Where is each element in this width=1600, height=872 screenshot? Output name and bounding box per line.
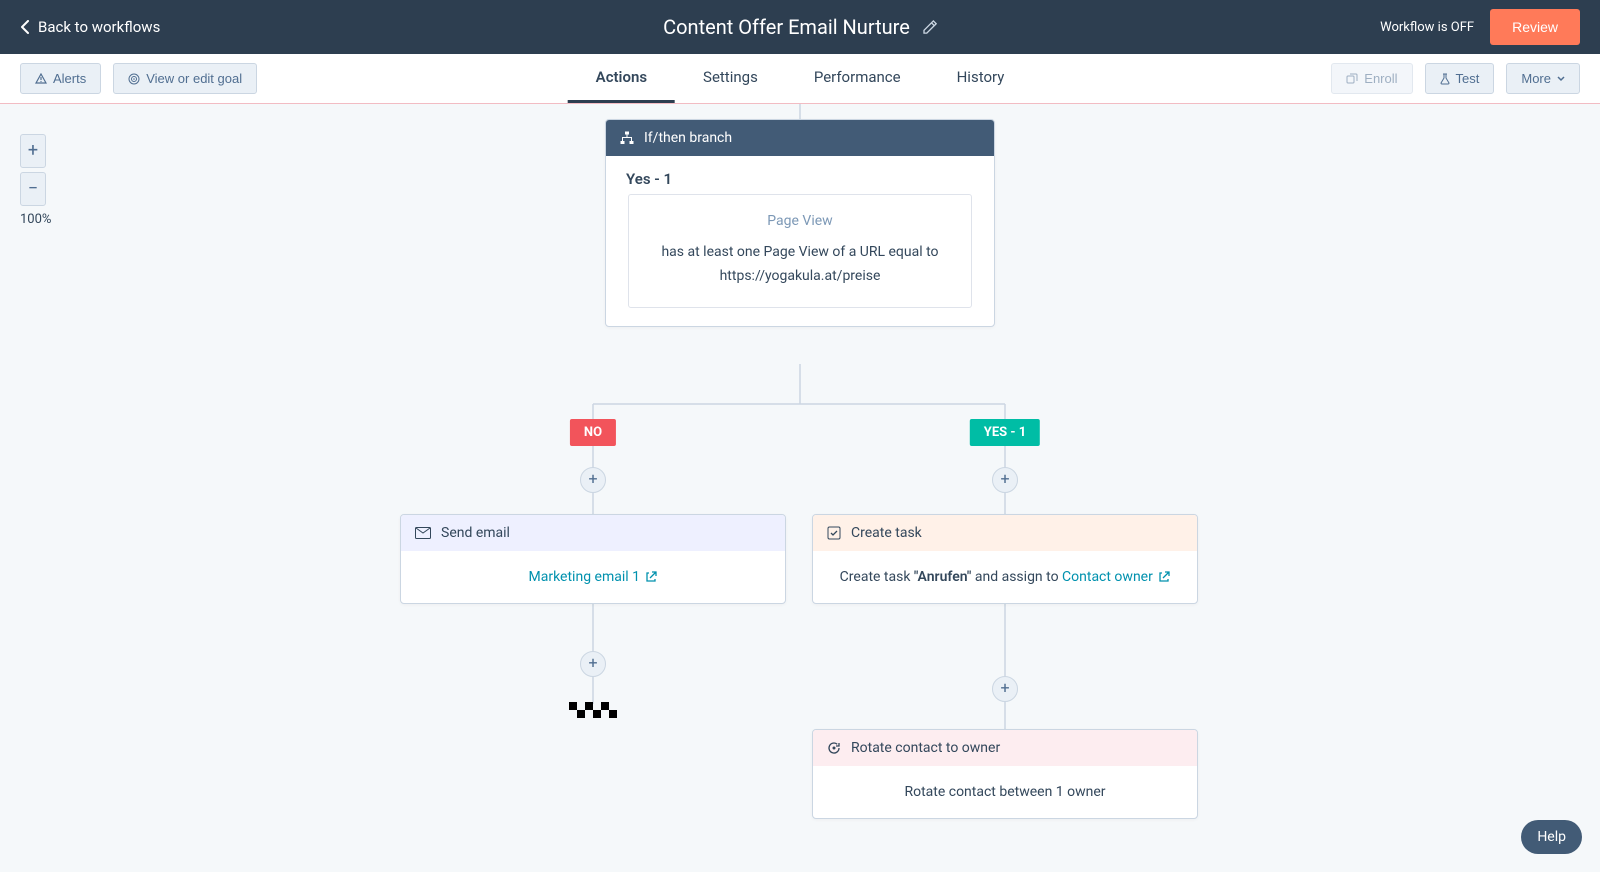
task-icon (827, 526, 841, 540)
branch-node[interactable]: If/then branch Yes - 1 Page View has at … (605, 119, 995, 327)
back-label: Back to workflows (38, 18, 160, 36)
branch-body: Yes - 1 Page View has at least one Page … (606, 156, 994, 326)
filter-title: Page View (651, 213, 949, 229)
goal-label: View or edit goal (146, 71, 242, 86)
goal-button[interactable]: View or edit goal (113, 63, 257, 94)
rotate-owner-header: Rotate contact to owner (813, 730, 1197, 766)
review-button[interactable]: Review (1490, 9, 1580, 45)
zoom-controls: + − 100% (20, 134, 51, 227)
tab-history[interactable]: History (929, 54, 1033, 103)
add-action-button-yes[interactable]: + (992, 467, 1018, 493)
header-right: Workflow is OFF Review (1380, 9, 1580, 45)
title-wrap: Content Offer Email Nurture (663, 15, 937, 39)
caret-down-icon (1557, 76, 1565, 82)
add-action-button-no[interactable]: + (580, 467, 606, 493)
create-task-node[interactable]: Create task Create task "Anrufen" and as… (812, 514, 1198, 604)
tab-actions[interactable]: Actions (568, 54, 675, 103)
flask-icon (1440, 73, 1450, 85)
branch-node-header: If/then branch (606, 120, 994, 156)
toolbar-left: Alerts View or edit goal (20, 63, 257, 94)
workflow-title[interactable]: Content Offer Email Nurture (663, 15, 910, 39)
test-button[interactable]: Test (1425, 63, 1495, 94)
branch-filter-box: Page View has at least one Page View of … (628, 194, 972, 308)
email-icon (415, 527, 431, 539)
workflow-status: Workflow is OFF (1380, 20, 1474, 35)
marketing-email-link[interactable]: Marketing email 1 (529, 569, 658, 585)
help-button[interactable]: Help (1521, 820, 1582, 854)
alerts-button[interactable]: Alerts (20, 63, 101, 94)
create-task-header: Create task (813, 515, 1197, 551)
add-action-button-after-email[interactable]: + (580, 651, 606, 677)
toolbar: Alerts View or edit goal Actions Setting… (0, 54, 1600, 104)
create-task-body: Create task "Anrufen" and assign to Cont… (813, 551, 1197, 603)
filter-text: has at least one Page View of a URL equa… (651, 241, 949, 289)
rotate-icon (827, 741, 841, 755)
rotate-owner-title: Rotate contact to owner (851, 740, 1000, 756)
rotate-owner-body: Rotate contact between 1 owner (813, 766, 1197, 818)
sitemap-icon (620, 131, 634, 145)
enroll-icon (1346, 73, 1358, 85)
send-email-header: Send email (401, 515, 785, 551)
external-link-icon (1158, 571, 1170, 583)
chevron-left-icon (20, 20, 30, 34)
yes-branch-badge: YES - 1 (970, 419, 1040, 446)
branch-title: If/then branch (644, 130, 732, 146)
send-email-body: Marketing email 1 (401, 551, 785, 603)
test-label: Test (1456, 71, 1480, 86)
zoom-out-button[interactable]: − (20, 172, 46, 206)
no-branch-badge: NO (570, 419, 616, 446)
enroll-button: Enroll (1331, 63, 1412, 94)
top-header: Back to workflows Content Offer Email Nu… (0, 0, 1600, 54)
alert-icon (35, 73, 47, 85)
add-action-button-after-task[interactable]: + (992, 676, 1018, 702)
pencil-icon[interactable] (922, 20, 937, 35)
workflow-canvas[interactable]: + − 100% If/then branch Yes - 1 Page Vie… (0, 104, 1600, 872)
toolbar-tabs: Actions Settings Performance History (568, 54, 1033, 103)
alerts-label: Alerts (53, 71, 86, 86)
send-email-title: Send email (441, 525, 510, 541)
external-link-icon (645, 571, 657, 583)
rotate-owner-node[interactable]: Rotate contact to owner Rotate contact b… (812, 729, 1198, 819)
create-task-title: Create task (851, 525, 922, 541)
more-button[interactable]: More (1506, 63, 1580, 94)
target-icon (128, 73, 140, 85)
tab-performance[interactable]: Performance (786, 54, 929, 103)
tab-settings[interactable]: Settings (675, 54, 786, 103)
branch-condition-label: Yes - 1 (606, 156, 994, 194)
zoom-in-button[interactable]: + (20, 134, 46, 168)
finish-flag-icon (569, 702, 617, 726)
send-email-node[interactable]: Send email Marketing email 1 (400, 514, 786, 604)
contact-owner-link[interactable]: Contact owner (1062, 569, 1170, 585)
toolbar-right: Enroll Test More (1331, 63, 1580, 94)
zoom-percent: 100% (20, 212, 51, 227)
enroll-label: Enroll (1364, 71, 1397, 86)
back-to-workflows-link[interactable]: Back to workflows (20, 18, 160, 36)
more-label: More (1521, 71, 1551, 86)
